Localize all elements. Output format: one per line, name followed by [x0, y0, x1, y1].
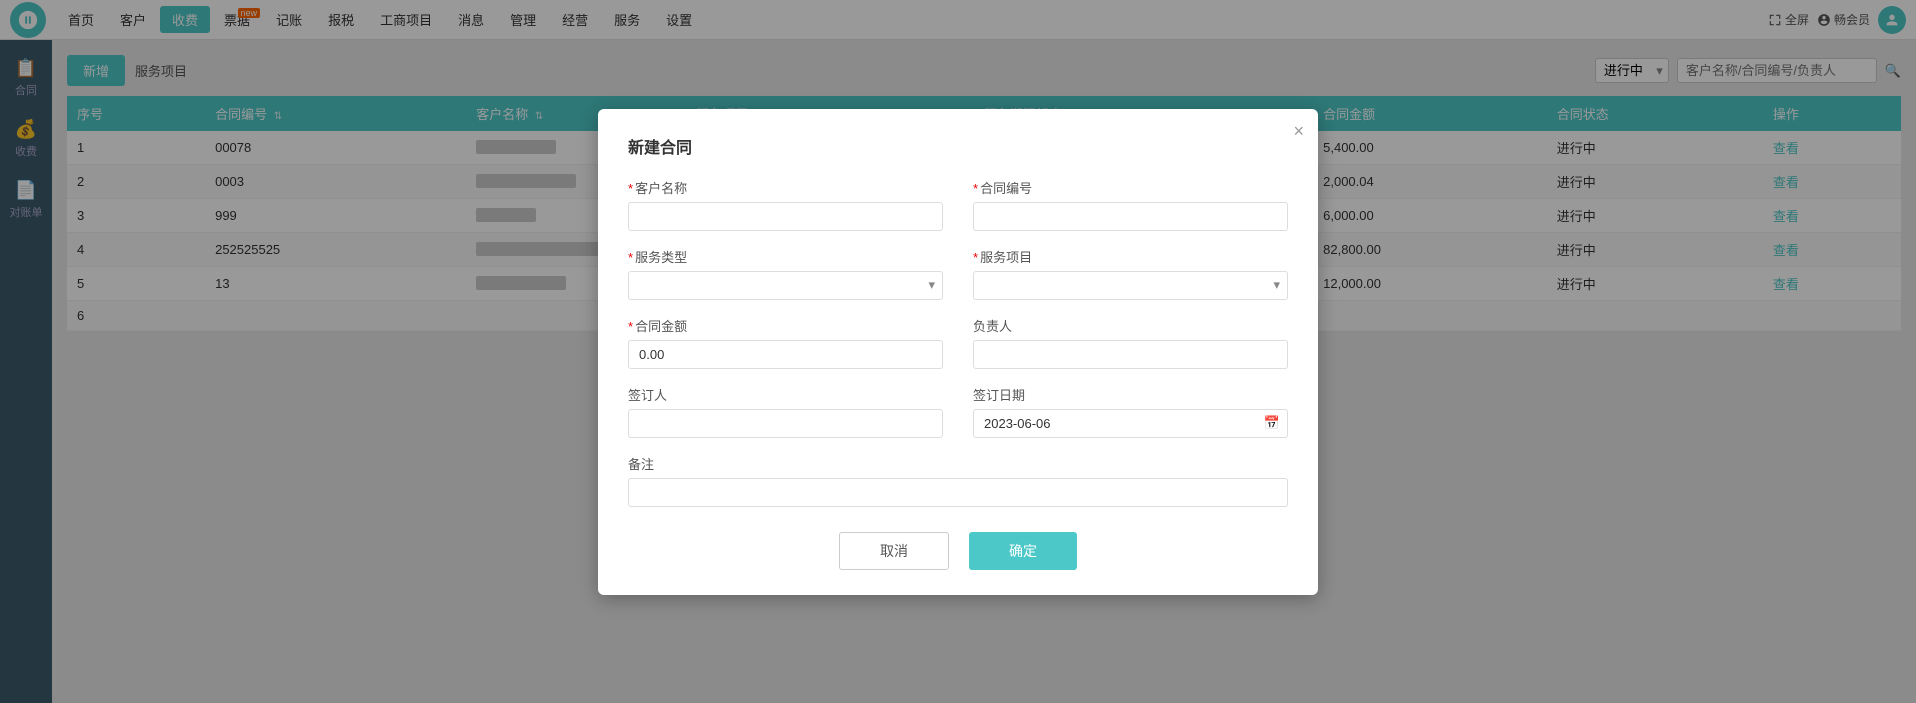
sign-date-wrap: 📅	[973, 409, 1288, 438]
service-item-select-wrap	[973, 271, 1288, 300]
service-type-select[interactable]	[628, 271, 943, 300]
sign-date-input[interactable]	[973, 409, 1288, 438]
service-item-label: *服务项目	[973, 247, 1288, 266]
modal-close-button[interactable]: ×	[1293, 121, 1304, 142]
modal-footer: 取消 确定	[628, 532, 1288, 570]
service-type-label: *服务类型	[628, 247, 943, 266]
contract-no-input[interactable]	[973, 202, 1288, 231]
contract-no-label: *合同编号	[973, 178, 1288, 197]
responsible-input[interactable]	[973, 340, 1288, 369]
cancel-button[interactable]: 取消	[839, 532, 949, 570]
service-item-select[interactable]	[973, 271, 1288, 300]
responsible-label: 负责人	[973, 316, 1288, 335]
confirm-button[interactable]: 确定	[969, 532, 1077, 570]
modal-title: 新建合同	[628, 134, 1288, 158]
signer-input[interactable]	[628, 409, 943, 438]
form-row-amount: *合同金额	[628, 316, 943, 369]
customer-name-input[interactable]	[628, 202, 943, 231]
modal-overlay: × 新建合同 *客户名称 *合同编号 *服务类型	[0, 0, 1916, 703]
form-row-remark: 备注	[628, 454, 1288, 507]
form-row-customer: *客户名称	[628, 178, 943, 231]
service-type-select-wrap	[628, 271, 943, 300]
remark-label: 备注	[628, 454, 1288, 473]
calendar-icon[interactable]: 📅	[1264, 415, 1280, 431]
sign-date-label: 签订日期	[973, 385, 1288, 404]
amount-label: *合同金额	[628, 316, 943, 335]
form-grid: *客户名称 *合同编号 *服务类型	[628, 178, 1288, 507]
form-row-responsible: 负责人	[973, 316, 1288, 369]
remark-input[interactable]	[628, 478, 1288, 507]
form-row-service-item: *服务项目	[973, 247, 1288, 300]
form-row-sign-date: 签订日期 📅	[973, 385, 1288, 438]
form-row-signer: 签订人	[628, 385, 943, 438]
signer-label: 签订人	[628, 385, 943, 404]
amount-input[interactable]	[628, 340, 943, 369]
new-contract-modal: × 新建合同 *客户名称 *合同编号 *服务类型	[598, 109, 1318, 595]
form-row-service-type: *服务类型	[628, 247, 943, 300]
customer-name-label: *客户名称	[628, 178, 943, 197]
form-row-contract-no: *合同编号	[973, 178, 1288, 231]
